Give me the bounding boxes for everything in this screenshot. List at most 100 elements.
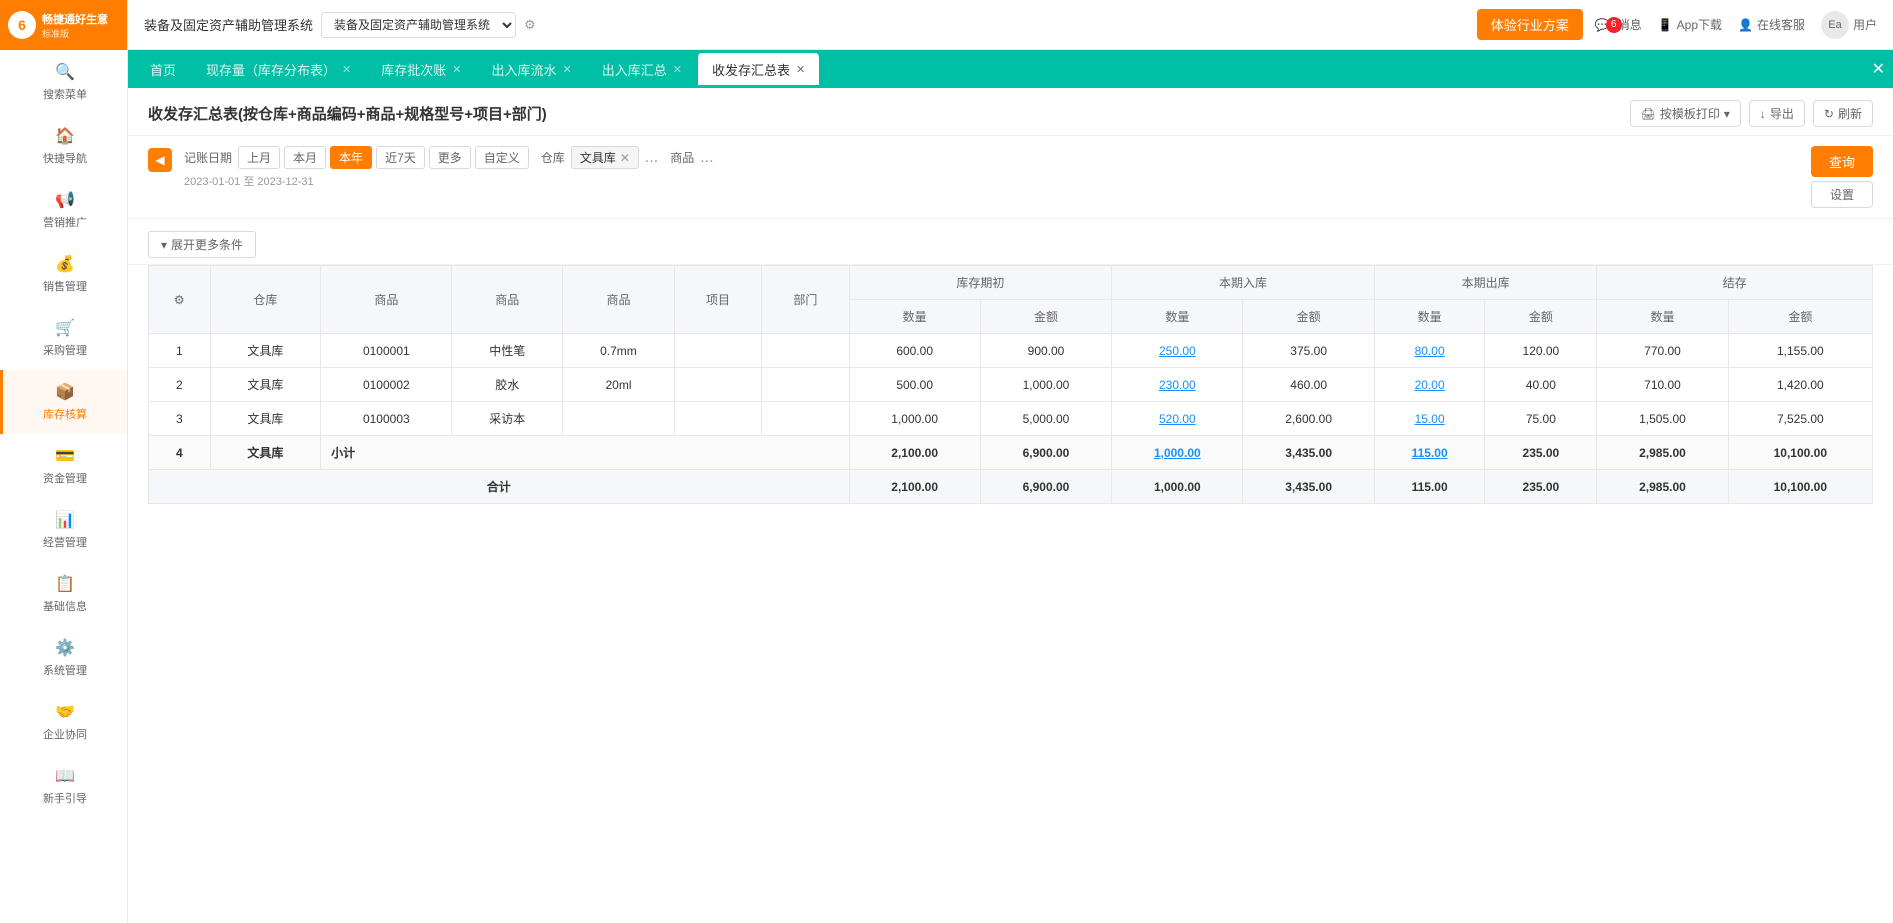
tab-home[interactable]: 首页 <box>136 53 190 85</box>
column-settings-icon[interactable]: ⚙ <box>174 293 185 307</box>
expand-conditions-button[interactable]: ▾ 展开更多条件 <box>148 231 256 258</box>
refresh-icon: ↻ <box>1824 107 1834 121</box>
system-select[interactable]: 装备及固定资产辅助管理系统 <box>321 12 516 38</box>
tab-stock-dist[interactable]: 现存量（库存分布表） ✕ <box>192 53 365 85</box>
sidebar-item-operations[interactable]: 📊 经营管理 <box>0 498 127 562</box>
topbar-actions: 💬 6 消息 📱 App下载 👤 在线客服 Ea 用户 <box>1595 11 1877 39</box>
date-range-display: 2023-01-01 至 2023-12-31 <box>184 173 1799 189</box>
filter-toggle-button[interactable]: ◀ <box>148 148 172 172</box>
row-in-qty[interactable]: 250.00 <box>1112 334 1243 368</box>
row-in-amt: 2,600.00 <box>1243 402 1374 436</box>
table-header-row-1: ⚙ 仓库 商品 商品 商品 项目 部门 库存期初 本期入库 本期出库 结存 <box>149 266 1873 300</box>
sidebar-item-guide[interactable]: 📖 新手引导 <box>0 754 127 818</box>
tab-stock-dist-close[interactable]: ✕ <box>342 63 351 76</box>
tab-recv-send-summary-label: 收发存汇总表 <box>712 60 790 79</box>
main-area: 装备及固定资产辅助管理系统 装备及固定资产辅助管理系统 ⚙ 体验行业方案 💬 6… <box>128 0 1893 923</box>
sidebar-item-cooperation[interactable]: 🤝 企业协同 <box>0 690 127 754</box>
tabbar-close-all[interactable]: ✕ <box>1872 59 1885 79</box>
date-btn-this-year[interactable]: 本年 <box>330 146 372 169</box>
phone-icon: 📱 <box>1658 18 1673 32</box>
message-action[interactable]: 💬 6 消息 <box>1595 16 1642 33</box>
date-btn-7days[interactable]: 近7天 <box>376 146 425 169</box>
sidebar-item-finance[interactable]: 💳 资金管理 <box>0 434 127 498</box>
sidebar-item-label: 营销推广 <box>43 214 87 230</box>
sidebar-item-inventory[interactable]: 📦 库存核算 <box>0 370 127 434</box>
tab-recv-send-summary[interactable]: 收发存汇总表 ✕ <box>698 53 819 85</box>
subtotal-in-qty[interactable]: 1,000.00 <box>1112 436 1243 470</box>
row-in-qty[interactable]: 230.00 <box>1112 368 1243 402</box>
sidebar-item-quick-nav[interactable]: 🏠 快捷导航 <box>0 114 127 178</box>
tab-in-out-summary-close[interactable]: ✕ <box>673 63 682 76</box>
subtotal-out-qty-link[interactable]: 115.00 <box>1412 446 1448 460</box>
user-action[interactable]: Ea 用户 <box>1821 11 1877 39</box>
th-in-qty: 数量 <box>1112 300 1243 334</box>
online-service-action[interactable]: 👤 在线客服 <box>1738 16 1805 33</box>
experience-button[interactable]: 体验行业方案 <box>1477 9 1583 40</box>
warehouse-more-icon[interactable]: ... <box>645 149 658 167</box>
th-open-qty: 数量 <box>849 300 980 334</box>
sidebar-item-marketing[interactable]: 📢 营销推广 <box>0 178 127 242</box>
refresh-button[interactable]: ↻ 刷新 <box>1813 100 1873 127</box>
logo-icon: 6 <box>8 11 36 39</box>
th-open-amt: 金额 <box>980 300 1111 334</box>
date-btn-this-month[interactable]: 本月 <box>284 146 326 169</box>
app-download-action[interactable]: 📱 App下载 <box>1658 16 1722 33</box>
row-open-qty: 1,000.00 <box>849 402 980 436</box>
row-out-qty[interactable]: 15.00 <box>1374 402 1485 436</box>
tab-in-out-summary[interactable]: 出入库汇总 ✕ <box>588 53 696 85</box>
sidebar-item-label: 销售管理 <box>43 278 87 294</box>
subtotal-in-qty-link[interactable]: 1,000.00 <box>1154 446 1201 460</box>
setting-button[interactable]: 设置 <box>1811 181 1873 208</box>
online-service-label: 在线客服 <box>1757 16 1805 33</box>
row-close-qty: 1,505.00 <box>1597 402 1728 436</box>
in-qty-link[interactable]: 250.00 <box>1159 344 1196 358</box>
subtotal-in-amt: 3,435.00 <box>1243 436 1374 470</box>
tab-in-out-flow-close[interactable]: ✕ <box>563 63 572 76</box>
date-btn-custom[interactable]: 自定义 <box>475 146 529 169</box>
total-open-amt: 6,900.00 <box>980 470 1111 504</box>
out-qty-link[interactable]: 15.00 <box>1415 412 1445 426</box>
query-button[interactable]: 查询 <box>1811 146 1873 177</box>
sidebar-item-label: 搜索菜单 <box>43 86 87 102</box>
row-out-qty[interactable]: 20.00 <box>1374 368 1485 402</box>
inventory-icon: 📦 <box>55 382 75 402</box>
th-settings[interactable]: ⚙ <box>149 266 211 334</box>
sidebar-item-system[interactable]: ⚙️ 系统管理 <box>0 626 127 690</box>
row-out-amt: 75.00 <box>1485 402 1597 436</box>
date-btn-last-month[interactable]: 上月 <box>238 146 280 169</box>
out-qty-link[interactable]: 80.00 <box>1415 344 1445 358</box>
tab-batch-ledger-label: 库存批次账 <box>381 60 446 79</box>
data-table: ⚙ 仓库 商品 商品 商品 项目 部门 库存期初 本期入库 本期出库 结存 <box>148 265 1873 504</box>
total-out-qty: 115.00 <box>1374 470 1485 504</box>
chevron-down-icon: ▾ <box>1724 107 1730 121</box>
date-btn-more[interactable]: 更多 <box>429 146 471 169</box>
sidebar-item-sales[interactable]: 💰 销售管理 <box>0 242 127 306</box>
subtotal-close-amt: 10,100.00 <box>1728 436 1872 470</box>
warehouse-tag-close[interactable]: ✕ <box>620 151 630 165</box>
sidebar-item-basic-info[interactable]: 📋 基础信息 <box>0 562 127 626</box>
row-out-qty[interactable]: 80.00 <box>1374 334 1485 368</box>
sidebar-item-label: 快捷导航 <box>43 150 87 166</box>
in-qty-link[interactable]: 230.00 <box>1159 378 1196 392</box>
goods-more-icon[interactable]: ... <box>700 149 713 167</box>
sidebar-item-search[interactable]: 🔍 搜索菜单 <box>0 50 127 114</box>
tab-batch-ledger[interactable]: 库存批次账 ✕ <box>367 53 475 85</box>
tab-in-out-flow[interactable]: 出入库流水 ✕ <box>477 53 585 85</box>
warehouse-tag[interactable]: 文具库 ✕ <box>571 146 639 169</box>
row-in-qty[interactable]: 520.00 <box>1112 402 1243 436</box>
export-button[interactable]: ↓ 导出 <box>1749 100 1805 127</box>
basic-info-icon: 📋 <box>55 574 75 594</box>
subtotal-out-qty[interactable]: 115.00 <box>1374 436 1485 470</box>
in-qty-link[interactable]: 520.00 <box>1159 412 1196 426</box>
sidebar-item-purchase[interactable]: 🛒 采购管理 <box>0 306 127 370</box>
out-qty-link[interactable]: 20.00 <box>1415 378 1445 392</box>
th-current-out: 本期出库 <box>1374 266 1597 300</box>
row-out-amt: 120.00 <box>1485 334 1597 368</box>
tab-recv-send-summary-close[interactable]: ✕ <box>796 63 805 76</box>
sidebar-item-label: 新手引导 <box>43 790 87 806</box>
settings-icon[interactable]: ⚙ <box>524 17 536 33</box>
th-in-amt: 金额 <box>1243 300 1374 334</box>
tab-batch-ledger-close[interactable]: ✕ <box>452 63 461 76</box>
subtotal-warehouse: 文具库 <box>210 436 321 470</box>
template-print-button[interactable]: 🖨 按模板打印 ▾ <box>1630 100 1741 127</box>
